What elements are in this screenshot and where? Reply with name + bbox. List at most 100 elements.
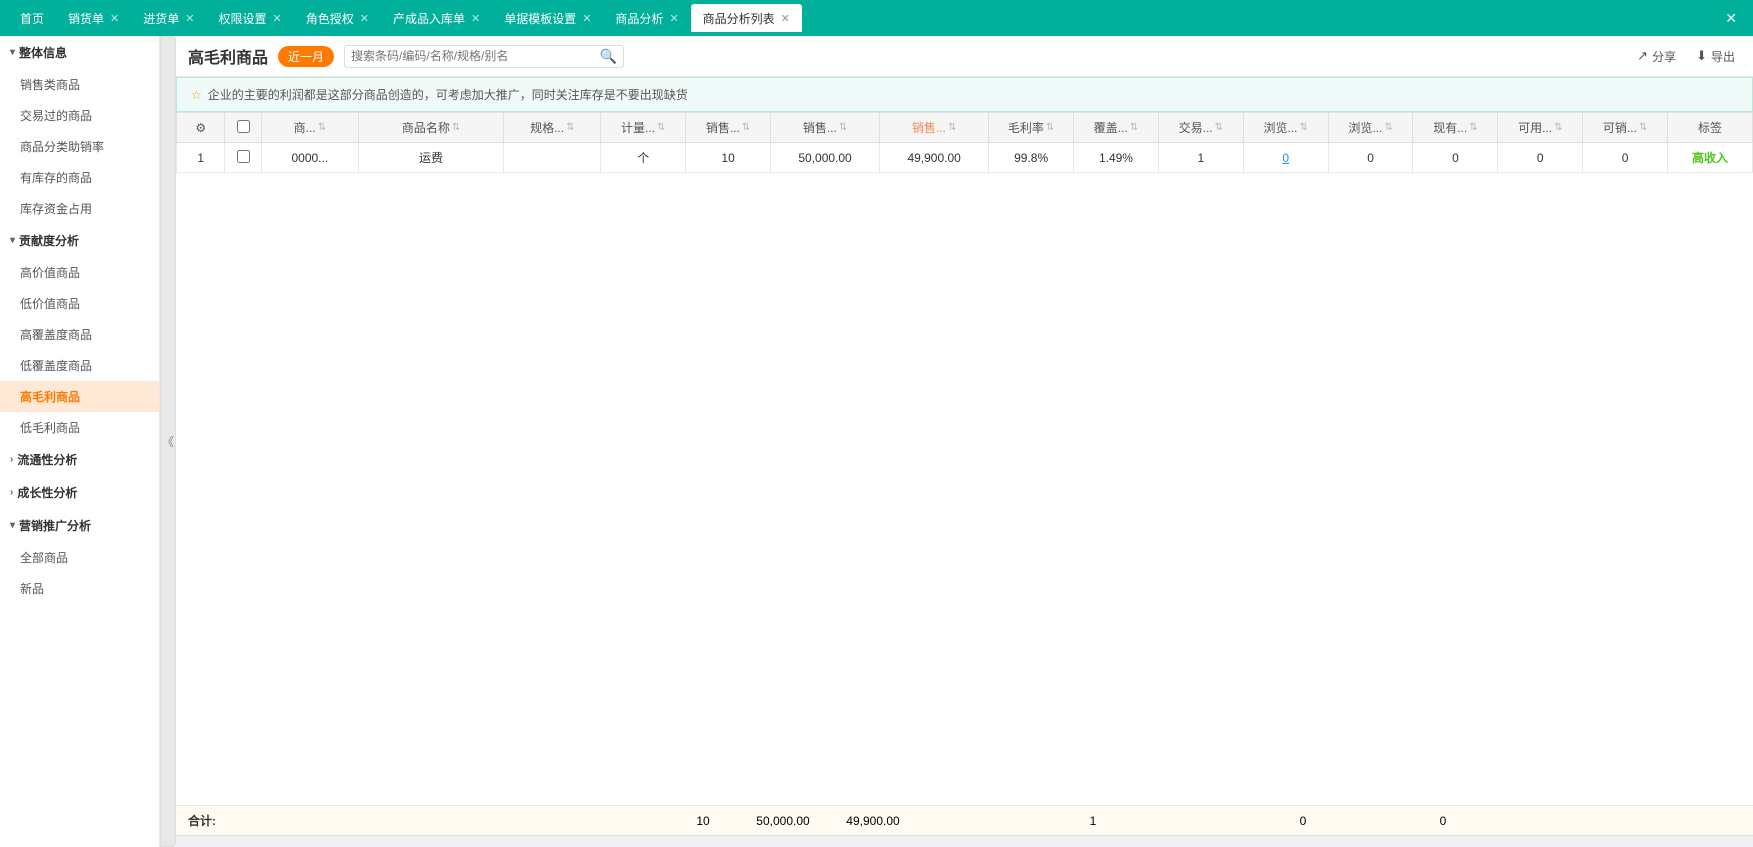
close-tab-product-analysis[interactable]: ✕ <box>669 12 678 25</box>
th-code-sort-icon: ⇅ <box>318 122 326 133</box>
sidebar-group-overall[interactable]: ▾ 整体信息 <box>0 36 159 69</box>
sidebar-collapse-button[interactable]: 《 <box>160 36 176 847</box>
search-icon[interactable]: 🔍 <box>600 48 617 65</box>
th-coverage[interactable]: 覆盖... ⇅ <box>1074 113 1159 143</box>
sidebar-item-sales-goods[interactable]: 销售类商品 <box>0 69 159 100</box>
th-unit[interactable]: 计量... ⇅ <box>601 113 686 143</box>
close-tab-product-analysis-list[interactable]: ✕ <box>781 12 790 25</box>
th-sellable-label: 可销... <box>1603 119 1637 136</box>
th-views1[interactable]: 浏览... ⇅ <box>1243 113 1328 143</box>
th-available-label: 可用... <box>1518 119 1552 136</box>
tab-template-settings[interactable]: 单据模板设置 ✕ <box>492 4 603 32</box>
table-wrapper[interactable]: ⚙ 商... ⇅ 商品名称 <box>176 112 1753 805</box>
sidebar-group-marketing-label: 营销推广分析 <box>19 517 91 534</box>
close-tab-role-auth[interactable]: ✕ <box>360 12 369 25</box>
close-tab-permission-settings[interactable]: ✕ <box>273 12 282 25</box>
content-header: 高毛利商品 近一月 🔍 ↗ 分享 ⬇ 导出 <box>176 36 1753 77</box>
sidebar-group-marketing[interactable]: ▾ 营销推广分析 <box>0 509 159 542</box>
search-input[interactable] <box>351 49 600 63</box>
th-sales-qty-sort-icon: ⇅ <box>742 122 750 133</box>
th-code[interactable]: 商... ⇅ <box>261 113 358 143</box>
th-gross-rate[interactable]: 毛利率 ⇅ <box>989 113 1074 143</box>
share-button[interactable]: ↗ 分享 <box>1631 46 1682 67</box>
select-all-checkbox[interactable] <box>237 120 250 133</box>
tab-product-analysis-list[interactable]: 商品分析列表 ✕ <box>691 4 802 32</box>
cell-gross-rate: 99.8% <box>989 143 1074 173</box>
sidebar-item-high-coverage[interactable]: 高覆盖度商品 <box>0 319 159 350</box>
sidebar-item-all-goods[interactable]: 全部商品 <box>0 542 159 573</box>
tip-bar: ☆ 企业的主要的利润都是这部分商品创造的，可考虑加大推广，同时关注库存是不要出现… <box>176 77 1753 112</box>
sidebar-item-category-rate[interactable]: 商品分类助销率 <box>0 131 159 162</box>
th-current-stock[interactable]: 现有... ⇅ <box>1413 113 1498 143</box>
tip-text: 企业的主要的利润都是这部分商品创造的，可考虑加大推广，同时关注库存是不要出现缺货 <box>208 86 688 103</box>
th-available[interactable]: 可用... ⇅ <box>1498 113 1583 143</box>
close-tab-sales-order[interactable]: ✕ <box>110 12 119 25</box>
arrow-overall: ▾ <box>10 47 15 58</box>
sidebar-item-low-margin[interactable]: 低毛利商品 <box>0 412 159 443</box>
filter-button[interactable]: 近一月 <box>278 46 334 67</box>
share-icon: ↗ <box>1637 48 1648 64</box>
th-sales-cost[interactable]: 销售... ⇅ <box>880 113 989 143</box>
cell-sales-amount: 50,000.00 <box>771 143 880 173</box>
horizontal-scrollbar[interactable] <box>176 835 1753 847</box>
th-views2[interactable]: 浏览... ⇅ <box>1328 113 1413 143</box>
tab-permission-settings[interactable]: 权限设置 ✕ <box>206 4 293 32</box>
th-checkbox[interactable] <box>225 113 261 143</box>
sidebar-item-low-value[interactable]: 低价值商品 <box>0 288 159 319</box>
sidebar-item-low-coverage[interactable]: 低覆盖度商品 <box>0 350 159 381</box>
sidebar-item-high-value[interactable]: 高价值商品 <box>0 257 159 288</box>
th-views1-label: 浏览... <box>1263 119 1297 136</box>
cell-code: 0000... <box>261 143 358 173</box>
close-window-button[interactable]: ✕ <box>1717 6 1745 31</box>
th-name-sort-icon: ⇅ <box>452 122 460 133</box>
th-spec-label: 规格... <box>530 119 564 136</box>
header-actions: ↗ 分享 ⬇ 导出 <box>1631 46 1741 67</box>
th-name[interactable]: 商品名称 ⇅ <box>358 113 503 143</box>
close-tab-purchase-order[interactable]: ✕ <box>185 12 194 25</box>
tab-role-auth[interactable]: 角色授权 ✕ <box>294 4 381 32</box>
footer-current-stock: 0 <box>1268 814 1338 828</box>
sidebar-item-in-stock[interactable]: 有库存的商品 <box>0 162 159 193</box>
sidebar-item-traded-goods[interactable]: 交易过的商品 <box>0 100 159 131</box>
sidebar-item-high-margin[interactable]: 高毛利商品 <box>0 381 159 412</box>
sidebar-group-liquidity[interactable]: › 流通性分析 <box>0 443 159 476</box>
cell-transactions: 1 <box>1158 143 1243 173</box>
cell-views1[interactable]: 0 <box>1243 143 1328 173</box>
close-tab-template-settings[interactable]: ✕ <box>582 12 591 25</box>
th-transactions[interactable]: 交易... ⇅ <box>1158 113 1243 143</box>
row-checkbox[interactable] <box>237 150 250 163</box>
th-name-label: 商品名称 <box>402 119 450 136</box>
th-sales-amount[interactable]: 销售... ⇅ <box>771 113 880 143</box>
tab-purchase-order[interactable]: 进货单 ✕ <box>131 4 206 32</box>
export-button[interactable]: ⬇ 导出 <box>1690 46 1741 67</box>
th-sales-qty[interactable]: 销售... ⇅ <box>686 113 771 143</box>
cell-sellable: 0 <box>1583 143 1668 173</box>
cell-unit: 个 <box>601 143 686 173</box>
th-sales-cost-sort-icon: ⇅ <box>948 122 956 133</box>
tab-product-analysis[interactable]: 商品分析 ✕ <box>603 4 690 32</box>
footer-transactions: 1 <box>1058 814 1128 828</box>
th-available-sort-icon: ⇅ <box>1554 122 1562 133</box>
th-spec-sort-icon: ⇅ <box>566 122 574 133</box>
tab-product-inbound[interactable]: 产成品入库单 ✕ <box>381 4 492 32</box>
cell-name: 运费 <box>358 143 503 173</box>
th-settings[interactable]: ⚙ <box>177 113 225 143</box>
sidebar-group-growth[interactable]: › 成长性分析 <box>0 476 159 509</box>
close-tab-product-inbound[interactable]: ✕ <box>471 12 480 25</box>
tab-home[interactable]: 首页 <box>8 4 56 32</box>
table-row: 1 0000... 运费 个 10 50,000.00 49,900.00 99… <box>177 143 1753 173</box>
content-panel: 高毛利商品 近一月 🔍 ↗ 分享 ⬇ 导出 ☆ 企业的主要的利润都是这部分商品创… <box>176 36 1753 847</box>
th-sellable[interactable]: 可销... ⇅ <box>1583 113 1668 143</box>
sidebar-item-capital[interactable]: 库存资金占用 <box>0 193 159 224</box>
sidebar-item-new-goods[interactable]: 新品 <box>0 573 159 604</box>
cell-checkbox[interactable] <box>225 143 261 173</box>
th-views2-label: 浏览... <box>1348 119 1382 136</box>
sidebar-group-contribution[interactable]: ▾ 贡献度分析 <box>0 224 159 257</box>
th-gross-rate-label: 毛利率 <box>1008 119 1044 136</box>
th-spec[interactable]: 规格... ⇅ <box>504 113 601 143</box>
tab-sales-order[interactable]: 销货单 ✕ <box>56 4 131 32</box>
footer-bar: 合计: 10 50,000.00 49,900.00 1 0 0 <box>176 805 1753 835</box>
th-sales-amount-sort-icon: ⇅ <box>839 122 847 133</box>
th-views2-sort-icon: ⇅ <box>1384 122 1392 133</box>
cell-views2: 0 <box>1328 143 1413 173</box>
